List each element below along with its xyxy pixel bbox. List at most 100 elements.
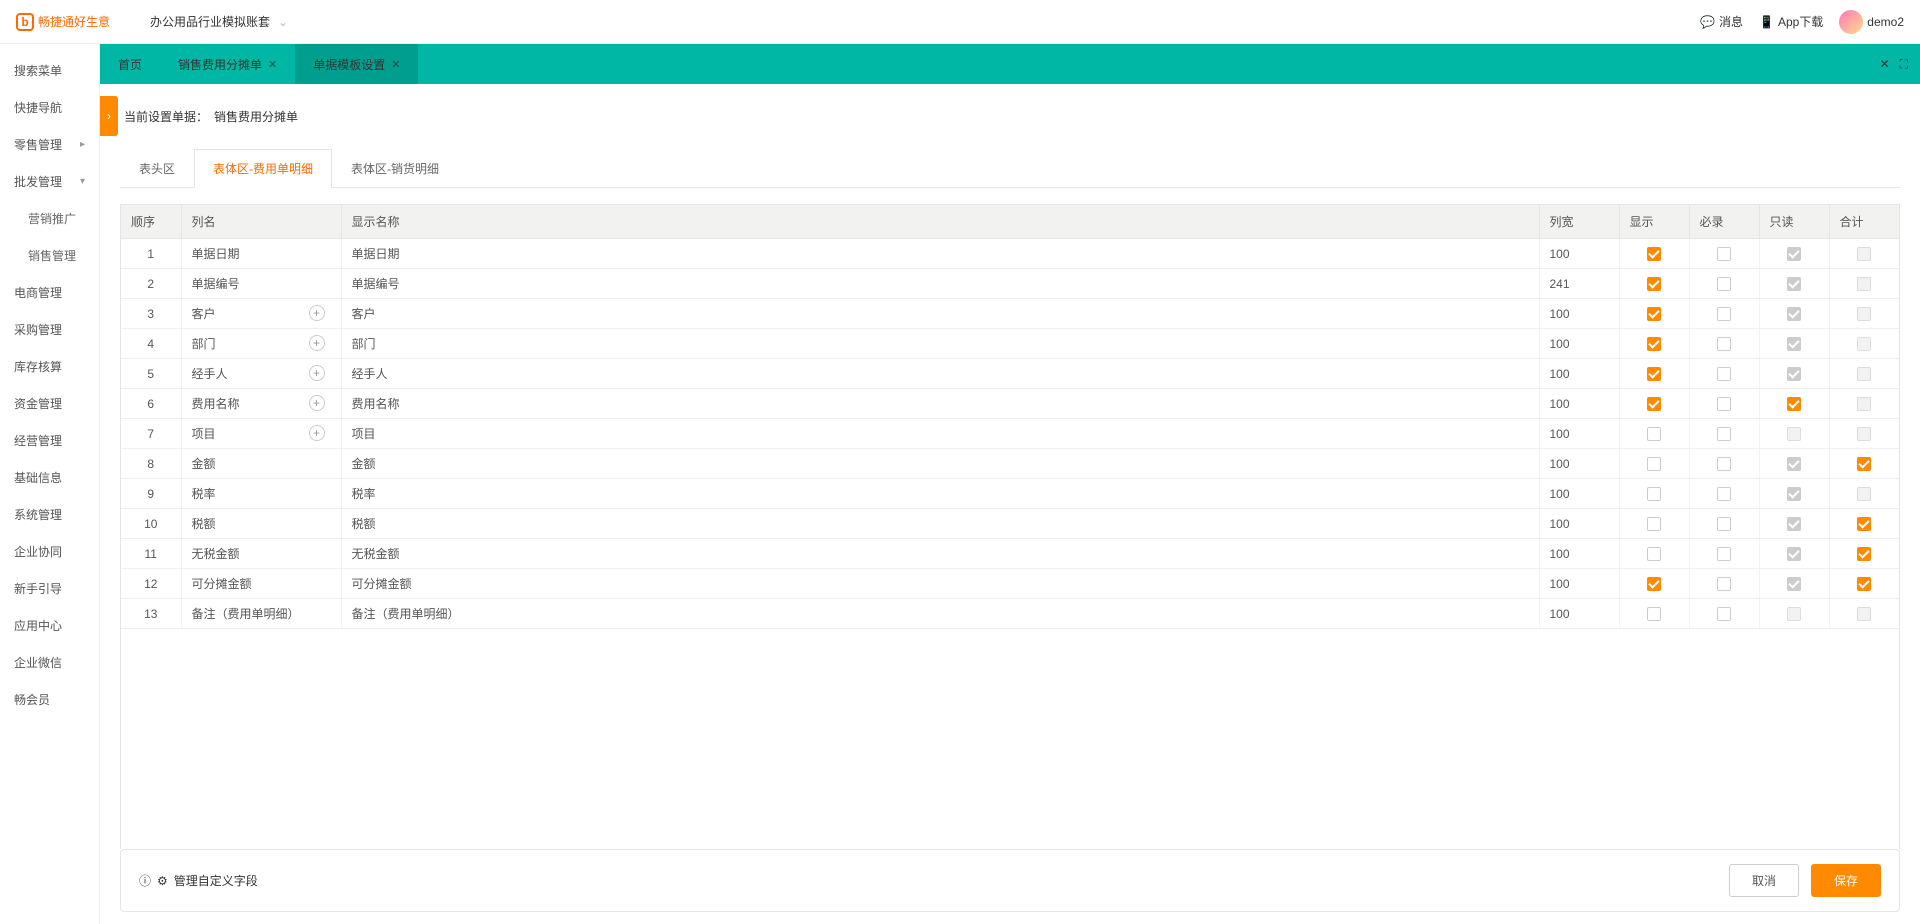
cell-width[interactable]: 100 — [1539, 419, 1619, 449]
sidebar-item[interactable]: 畅会员 — [0, 681, 99, 718]
sidebar-item[interactable]: 批发管理 — [0, 163, 99, 200]
checkbox[interactable] — [1717, 457, 1731, 471]
cell-display-name[interactable]: 部门 — [341, 329, 1539, 359]
sidebar-item[interactable]: 电商管理 — [0, 274, 99, 311]
cell-width[interactable]: 241 — [1539, 269, 1619, 299]
checkbox[interactable] — [1647, 247, 1661, 261]
cell-width[interactable]: 100 — [1539, 479, 1619, 509]
cell-display-name[interactable]: 经手人 — [341, 359, 1539, 389]
checkbox[interactable] — [1857, 577, 1871, 591]
save-button[interactable]: 保存 — [1811, 864, 1881, 897]
checkbox[interactable] — [1717, 547, 1731, 561]
checkbox — [1787, 247, 1801, 261]
manage-custom-fields-link[interactable]: ⓘ ⚙ 管理自定义字段 — [139, 872, 258, 889]
checkbox[interactable] — [1647, 547, 1661, 561]
page-tab[interactable]: 销售费用分摊单✕ — [160, 44, 295, 84]
close-icon[interactable]: ✕ — [268, 58, 277, 71]
checkbox[interactable] — [1647, 607, 1661, 621]
table-row: 2单据编号单据编号241 — [121, 269, 1899, 299]
checkbox[interactable] — [1717, 577, 1731, 591]
cancel-button[interactable]: 取消 — [1729, 864, 1799, 897]
page-tab[interactable]: 首页 — [100, 44, 160, 84]
checkbox[interactable] — [1787, 397, 1801, 411]
checkbox[interactable] — [1717, 397, 1731, 411]
cell-display-name[interactable]: 可分摊金额 — [341, 569, 1539, 599]
page-tab[interactable]: 单据模板设置✕ — [295, 44, 418, 84]
sidebar-item[interactable]: 资金管理 — [0, 385, 99, 422]
checkbox[interactable] — [1857, 547, 1871, 561]
checkbox[interactable] — [1717, 277, 1731, 291]
plus-icon[interactable]: + — [309, 365, 325, 381]
checkbox[interactable] — [1647, 277, 1661, 291]
plus-icon[interactable]: + — [309, 425, 325, 441]
checkbox[interactable] — [1857, 457, 1871, 471]
sidebar-item[interactable]: 基础信息 — [0, 459, 99, 496]
sidebar-item[interactable]: 新手引导 — [0, 570, 99, 607]
cell-display-name[interactable]: 单据日期 — [341, 239, 1539, 269]
cell-width[interactable]: 100 — [1539, 359, 1619, 389]
sidebar-item[interactable]: 采购管理 — [0, 311, 99, 348]
account-select[interactable]: 办公用品行业模拟账套 ⌄ — [150, 13, 288, 30]
checkbox[interactable] — [1647, 337, 1661, 351]
cell-width[interactable]: 100 — [1539, 299, 1619, 329]
checkbox[interactable] — [1647, 307, 1661, 321]
checkbox[interactable] — [1857, 517, 1871, 531]
cell-display-name[interactable]: 税率 — [341, 479, 1539, 509]
checkbox[interactable] — [1647, 577, 1661, 591]
cell-width[interactable]: 100 — [1539, 509, 1619, 539]
close-all-icon[interactable]: ✕ — [1880, 57, 1890, 71]
fullscreen-icon[interactable]: ⛶ — [1900, 57, 1908, 72]
sidebar-item[interactable]: 快捷导航 — [0, 89, 99, 126]
section-tab[interactable]: 表头区 — [120, 149, 194, 188]
cell-width[interactable]: 100 — [1539, 329, 1619, 359]
checkbox[interactable] — [1717, 367, 1731, 381]
cell-display-name[interactable]: 单据编号 — [341, 269, 1539, 299]
cell-display-name[interactable]: 项目 — [341, 419, 1539, 449]
checkbox[interactable] — [1647, 487, 1661, 501]
messages-button[interactable]: 💬 消息 — [1700, 13, 1743, 30]
cell-width[interactable]: 100 — [1539, 539, 1619, 569]
cell-display-name[interactable]: 备注（费用单明细） — [341, 599, 1539, 629]
user-menu[interactable]: demo2 — [1839, 10, 1904, 34]
checkbox[interactable] — [1647, 427, 1661, 441]
close-icon[interactable]: ✕ — [391, 58, 400, 71]
sidebar-item[interactable]: 库存核算 — [0, 348, 99, 385]
expand-handle-icon[interactable]: › — [100, 96, 118, 136]
sidebar-item[interactable]: 搜索菜单 — [0, 52, 99, 89]
sidebar-item[interactable]: 企业微信 — [0, 644, 99, 681]
sidebar-item[interactable]: 系统管理 — [0, 496, 99, 533]
cell-width[interactable]: 100 — [1539, 449, 1619, 479]
cell-display-name[interactable]: 客户 — [341, 299, 1539, 329]
checkbox[interactable] — [1717, 517, 1731, 531]
section-tab[interactable]: 表体区-销货明细 — [332, 149, 458, 188]
checkbox[interactable] — [1717, 427, 1731, 441]
checkbox[interactable] — [1717, 487, 1731, 501]
cell-display-name[interactable]: 金额 — [341, 449, 1539, 479]
sidebar-subitem[interactable]: 销售管理 — [0, 237, 99, 274]
cell-display-name[interactable]: 费用名称 — [341, 389, 1539, 419]
checkbox[interactable] — [1647, 457, 1661, 471]
plus-icon[interactable]: + — [309, 395, 325, 411]
cell-width[interactable]: 100 — [1539, 599, 1619, 629]
checkbox[interactable] — [1717, 337, 1731, 351]
checkbox[interactable] — [1717, 307, 1731, 321]
checkbox[interactable] — [1647, 517, 1661, 531]
cell-width[interactable]: 100 — [1539, 389, 1619, 419]
checkbox[interactable] — [1647, 367, 1661, 381]
section-tab[interactable]: 表体区-费用单明细 — [194, 149, 332, 188]
cell-width[interactable]: 100 — [1539, 239, 1619, 269]
sidebar-item[interactable]: 应用中心 — [0, 607, 99, 644]
plus-icon[interactable]: + — [309, 305, 325, 321]
cell-display-name[interactable]: 无税金额 — [341, 539, 1539, 569]
plus-icon[interactable]: + — [309, 335, 325, 351]
cell-display-name[interactable]: 税额 — [341, 509, 1539, 539]
sidebar-item[interactable]: 零售管理 — [0, 126, 99, 163]
checkbox[interactable] — [1717, 247, 1731, 261]
sidebar-subitem[interactable]: 营销推广 — [0, 200, 99, 237]
checkbox[interactable] — [1647, 397, 1661, 411]
cell-width[interactable]: 100 — [1539, 569, 1619, 599]
sidebar-item[interactable]: 经营管理 — [0, 422, 99, 459]
checkbox[interactable] — [1717, 607, 1731, 621]
app-download-button[interactable]: 📱 App下载 — [1759, 13, 1823, 30]
sidebar-item[interactable]: 企业协同 — [0, 533, 99, 570]
